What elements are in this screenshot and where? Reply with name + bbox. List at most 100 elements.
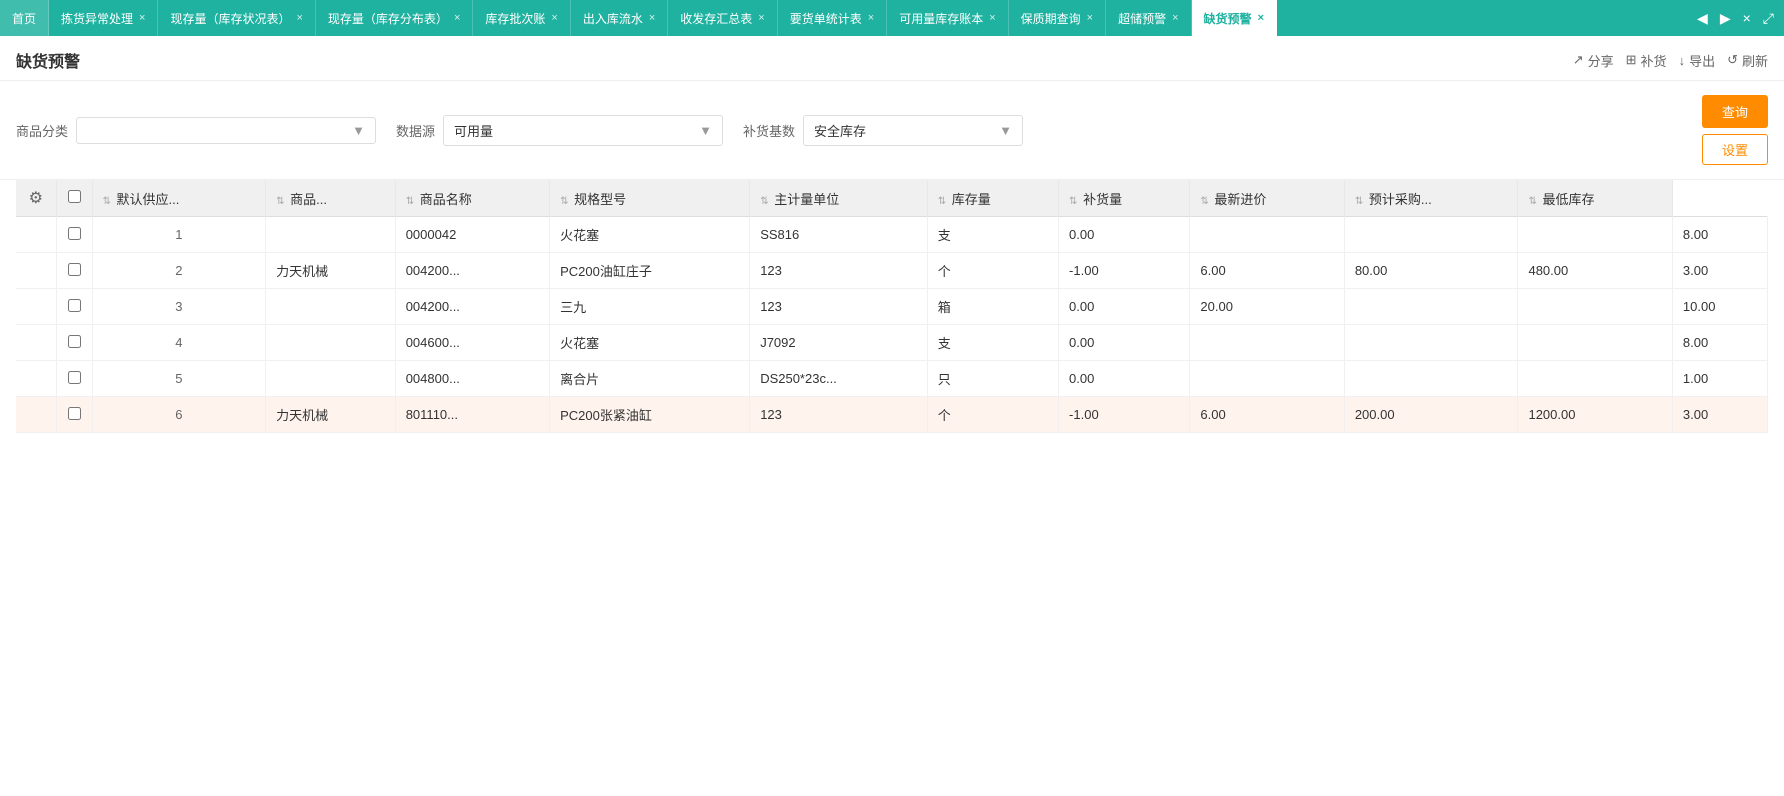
- tab-fullscreen-button[interactable]: ⤢: [1757, 8, 1780, 29]
- tab-next-button[interactable]: ▶: [1714, 8, 1737, 29]
- tab-close-shortage[interactable]: ×: [1258, 12, 1264, 24]
- tab-close-batch-account[interactable]: ×: [551, 12, 557, 24]
- col-settings[interactable]: ⚙: [16, 180, 56, 217]
- col-supplier-header[interactable]: ⇅ 默认供应...: [92, 180, 266, 217]
- row-checkbox-cell-4[interactable]: [56, 361, 92, 397]
- row-checkbox-cell-2[interactable]: [56, 289, 92, 325]
- tab-inventory-status[interactable]: 现存量（库存状况表） ×: [158, 0, 315, 36]
- tab-defect-process[interactable]: 拣货异常处理 ×: [49, 0, 158, 36]
- row-min-stock-5: 3.00: [1672, 397, 1767, 433]
- row-product-code-1: 004200...: [395, 253, 549, 289]
- row-unit-5: 个: [927, 397, 1058, 433]
- row-checkbox-cell-3[interactable]: [56, 325, 92, 361]
- share-button[interactable]: ↗ 分享: [1573, 51, 1614, 70]
- query-button[interactable]: 查询: [1702, 95, 1768, 128]
- table-row: 2 力天机械 004200... PC200油缸庄子 123 个 -1.00 6…: [16, 253, 1768, 289]
- settings-button[interactable]: 设置: [1702, 134, 1768, 165]
- row-stock-0: 0.00: [1059, 217, 1190, 253]
- tab-close-all-button[interactable]: ×: [1737, 8, 1757, 28]
- tab-prev-button[interactable]: ◀: [1691, 8, 1714, 29]
- replenish-button[interactable]: ⊞ 补货: [1626, 51, 1667, 70]
- tab-inout-flow[interactable]: 出入库流水 ×: [571, 0, 668, 36]
- col-min-stock-header[interactable]: ⇅ 最低库存: [1518, 180, 1672, 217]
- tab-inventory-dist[interactable]: 现存量（库存分布表） ×: [316, 0, 473, 36]
- select-all-checkbox[interactable]: [68, 190, 81, 203]
- row-product-name-3: 火花塞: [550, 325, 750, 361]
- tab-home[interactable]: 首页: [0, 0, 49, 36]
- table-container: ⚙ ⇅ 默认供应... ⇅ 商品... ⇅ 商品名称: [0, 180, 1784, 433]
- col-product-code-header[interactable]: ⇅ 商品...: [266, 180, 396, 217]
- main-content: 缺货预警 ↗ 分享 ⊞ 补货 ↓ 导出 ↺ 刷新 商品分类: [0, 36, 1784, 796]
- filter-actions: 查询 设置: [1702, 95, 1768, 165]
- sort-icon: ⇅: [406, 196, 414, 207]
- row-product-name-2: 三九: [550, 289, 750, 325]
- tab-overstock[interactable]: 超储预警 ×: [1106, 0, 1191, 36]
- row-checkbox-1[interactable]: [68, 263, 81, 276]
- table-row: 6 力天机械 801110... PC200张紧油缸 123 个 -1.00 6…: [16, 397, 1768, 433]
- row-stock-4: 0.00: [1059, 361, 1190, 397]
- row-checkbox-cell-0[interactable]: [56, 217, 92, 253]
- col-stock-header[interactable]: ⇅ 库存量: [927, 180, 1058, 217]
- tab-expiry-query[interactable]: 保质期查询 ×: [1009, 0, 1106, 36]
- datasource-filter-group: 数据源 可用量 ▼: [396, 115, 723, 146]
- row-product-name-5: PC200张紧油缸: [550, 397, 750, 433]
- row-checkbox-4[interactable]: [68, 371, 81, 384]
- table-body: 1 0000042 火花塞 SS816 支 0.00 8.00 2 力天机械 0…: [16, 217, 1768, 433]
- col-latest-price-header[interactable]: ⇅ 最新进价: [1190, 180, 1344, 217]
- tab-close-defect-process[interactable]: ×: [139, 12, 145, 24]
- category-select[interactable]: ▼: [76, 117, 376, 144]
- tab-close-inventory-status[interactable]: ×: [296, 12, 302, 24]
- category-label: 商品分类: [16, 121, 68, 140]
- row-unit-4: 只: [927, 361, 1058, 397]
- row-checkbox-3[interactable]: [68, 335, 81, 348]
- row-settings-3: [16, 325, 56, 361]
- row-checkbox-0[interactable]: [68, 227, 81, 240]
- col-checkbox-header[interactable]: [56, 180, 92, 217]
- row-min-stock-2: 10.00: [1672, 289, 1767, 325]
- row-checkbox-2[interactable]: [68, 299, 81, 312]
- tab-order-stats[interactable]: 要货单统计表 ×: [778, 0, 887, 36]
- tab-close-expiry-query[interactable]: ×: [1087, 12, 1093, 24]
- refresh-button[interactable]: ↺ 刷新: [1727, 51, 1768, 70]
- shortage-table: ⚙ ⇅ 默认供应... ⇅ 商品... ⇅ 商品名称: [16, 180, 1768, 433]
- tab-batch-account[interactable]: 库存批次账 ×: [473, 0, 570, 36]
- row-settings-5: [16, 397, 56, 433]
- col-product-name-header[interactable]: ⇅ 商品名称: [395, 180, 549, 217]
- row-est-purchase-4: [1518, 361, 1672, 397]
- tab-nav-controls: ◀ ▶ × ⤢: [1687, 8, 1784, 29]
- tab-recv-summary[interactable]: 收发存汇总表 ×: [668, 0, 777, 36]
- datasource-label: 数据源: [396, 121, 435, 140]
- tab-close-overstock[interactable]: ×: [1172, 12, 1178, 24]
- col-spec-header[interactable]: ⇅ 规格型号: [550, 180, 750, 217]
- row-unit-2: 箱: [927, 289, 1058, 325]
- tab-close-inventory-dist[interactable]: ×: [454, 12, 460, 24]
- row-checkbox-cell-5[interactable]: [56, 397, 92, 433]
- row-replenish-5: 6.00: [1190, 397, 1344, 433]
- replenish-base-dropdown-icon: ▼: [999, 123, 1012, 138]
- row-checkbox-cell-1[interactable]: [56, 253, 92, 289]
- row-min-stock-4: 1.00: [1672, 361, 1767, 397]
- row-supplier-2: [266, 289, 396, 325]
- row-unit-3: 支: [927, 325, 1058, 361]
- table-settings-icon[interactable]: ⚙: [29, 190, 43, 207]
- filter-bar: 商品分类 ▼ 数据源 可用量 ▼ 补货基数 安全库存 ▼ 查询 设置: [0, 81, 1784, 180]
- tab-close-available-ledger[interactable]: ×: [989, 12, 995, 24]
- row-checkbox-5[interactable]: [68, 407, 81, 420]
- tab-close-order-stats[interactable]: ×: [868, 12, 874, 24]
- datasource-select[interactable]: 可用量 ▼: [443, 115, 723, 146]
- row-est-purchase-2: [1518, 289, 1672, 325]
- export-button[interactable]: ↓ 导出: [1679, 51, 1716, 70]
- replenish-base-select[interactable]: 安全库存 ▼: [803, 115, 1023, 146]
- replenish-base-select-value: 安全库存: [814, 121, 991, 140]
- col-est-purchase-header[interactable]: ⇅ 预计采购...: [1344, 180, 1518, 217]
- row-replenish-1: 6.00: [1190, 253, 1344, 289]
- tab-shortage[interactable]: 缺货预警 ×: [1192, 0, 1277, 36]
- col-replenish-header[interactable]: ⇅ 补货量: [1059, 180, 1190, 217]
- category-dropdown-icon: ▼: [352, 123, 365, 138]
- tab-available-ledger[interactable]: 可用量库存账本 ×: [887, 0, 1008, 36]
- col-unit-header[interactable]: ⇅ 主计量单位: [750, 180, 928, 217]
- replenish-base-filter-group: 补货基数 安全库存 ▼: [743, 115, 1023, 146]
- tab-close-recv-summary[interactable]: ×: [758, 12, 764, 24]
- tab-close-inout-flow[interactable]: ×: [649, 12, 655, 24]
- table-row: 4 004600... 火花塞 J7092 支 0.00 8.00: [16, 325, 1768, 361]
